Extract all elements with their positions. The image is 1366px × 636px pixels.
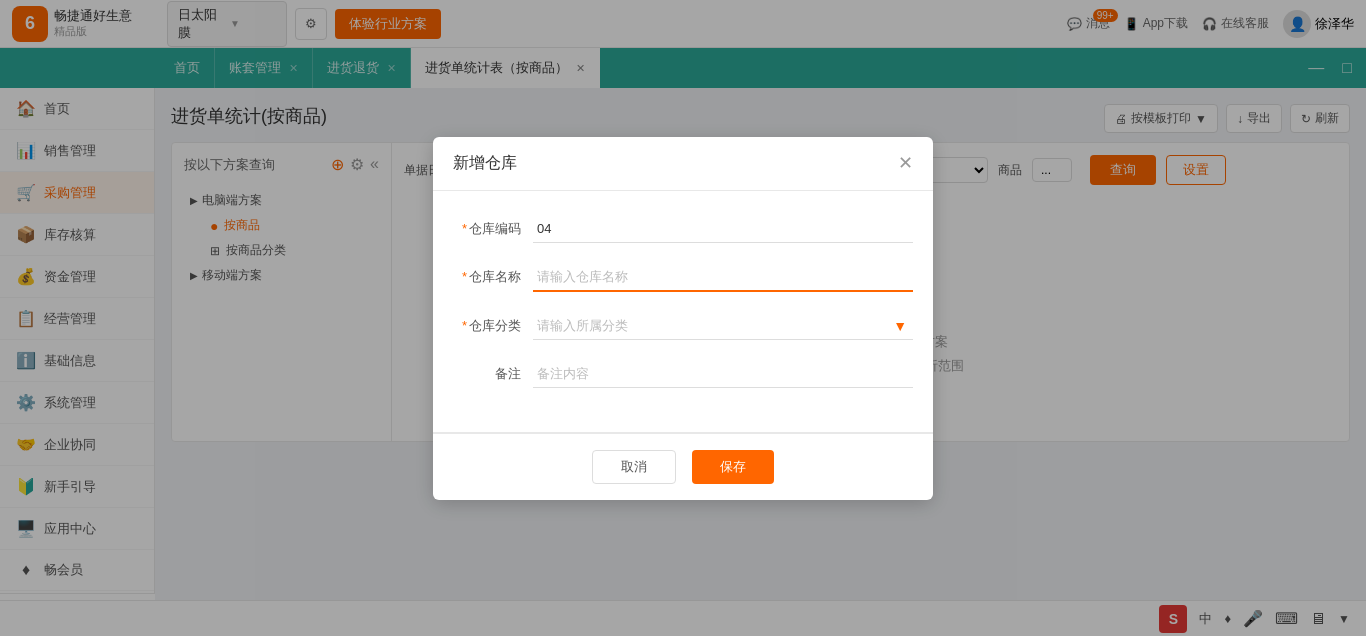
dialog-header: 新增仓库 ✕ [433, 137, 933, 191]
cancel-button[interactable]: 取消 [592, 450, 676, 484]
code-field [533, 215, 913, 243]
note-field [533, 360, 913, 388]
code-input[interactable] [533, 215, 913, 243]
name-input[interactable] [533, 263, 913, 292]
form-row-category: *仓库分类 ▼ [453, 312, 913, 340]
category-label: *仓库分类 [453, 317, 533, 335]
dialog-footer: 取消 保存 [433, 433, 933, 500]
code-label: *仓库编码 [453, 220, 533, 238]
category-field: ▼ [533, 312, 913, 340]
note-input[interactable] [533, 360, 913, 388]
modal-overlay[interactable]: 新增仓库 ✕ *仓库编码 *仓库名称 [0, 0, 1366, 636]
close-dialog-icon[interactable]: ✕ [898, 154, 913, 172]
form-row-note: 备注 [453, 360, 913, 388]
dialog-title: 新增仓库 [453, 153, 517, 174]
name-field [533, 263, 913, 292]
dialog-body: *仓库编码 *仓库名称 *仓库分类 [433, 191, 933, 432]
form-row-code: *仓库编码 [453, 215, 913, 243]
new-warehouse-dialog: 新增仓库 ✕ *仓库编码 *仓库名称 [433, 137, 933, 500]
form-row-name: *仓库名称 [453, 263, 913, 292]
category-input[interactable] [533, 312, 913, 340]
note-label: 备注 [453, 365, 533, 383]
name-label: *仓库名称 [453, 268, 533, 286]
save-button[interactable]: 保存 [692, 450, 774, 484]
